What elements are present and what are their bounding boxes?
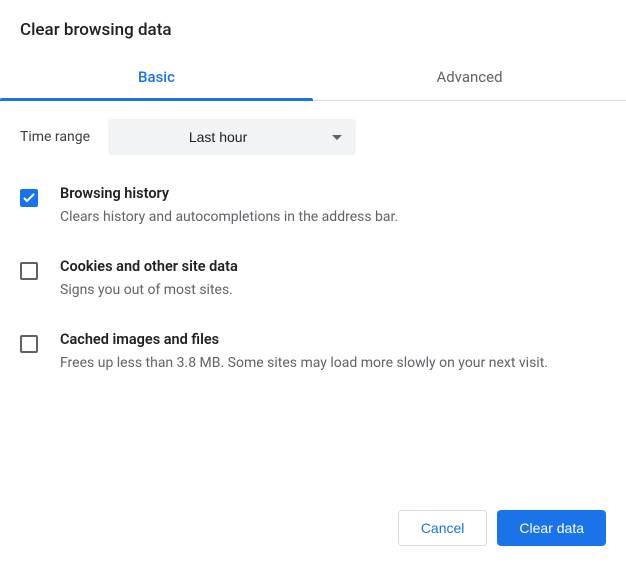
time-range-select-wrap: Last hour	[108, 119, 356, 155]
option-text: Cookies and other site data Signs you ou…	[60, 258, 606, 301]
clear-data-button[interactable]: Clear data	[497, 510, 606, 546]
checkbox-cached[interactable]	[20, 335, 38, 353]
option-description: Clears history and autocompletions in th…	[60, 207, 606, 228]
clear-browsing-data-dialog: Clear browsing data Basic Advanced Time …	[0, 0, 626, 566]
tab-advanced-label: Advanced	[436, 68, 502, 86]
time-range-label: Time range	[20, 129, 90, 145]
tab-basic[interactable]: Basic	[0, 56, 313, 100]
dialog-title: Clear browsing data	[0, 0, 626, 56]
dialog-content: Time range Last hour Browsing history Cl…	[0, 101, 626, 494]
checkbox-cookies[interactable]	[20, 262, 38, 280]
time-range-row: Time range Last hour	[20, 119, 606, 155]
check-icon	[23, 193, 35, 203]
option-description: Frees up less than 3.8 MB. Some sites ma…	[60, 353, 606, 374]
checkbox-browsing-history[interactable]	[20, 189, 38, 207]
cancel-button[interactable]: Cancel	[398, 510, 488, 546]
option-title: Browsing history	[60, 185, 606, 202]
tab-bar: Basic Advanced	[0, 56, 626, 101]
option-title: Cached images and files	[60, 331, 606, 348]
option-cookies: Cookies and other site data Signs you ou…	[20, 258, 606, 301]
option-browsing-history: Browsing history Clears history and auto…	[20, 185, 606, 228]
time-range-select[interactable]: Last hour	[108, 119, 356, 155]
option-title: Cookies and other site data	[60, 258, 606, 275]
time-range-selected-value: Last hour	[189, 129, 247, 145]
option-cached: Cached images and files Frees up less th…	[20, 331, 606, 374]
tab-advanced[interactable]: Advanced	[313, 56, 626, 100]
tab-basic-label: Basic	[138, 68, 175, 86]
option-text: Browsing history Clears history and auto…	[60, 185, 606, 228]
option-text: Cached images and files Frees up less th…	[60, 331, 606, 374]
dialog-footer: Cancel Clear data	[0, 494, 626, 566]
option-description: Signs you out of most sites.	[60, 280, 606, 301]
